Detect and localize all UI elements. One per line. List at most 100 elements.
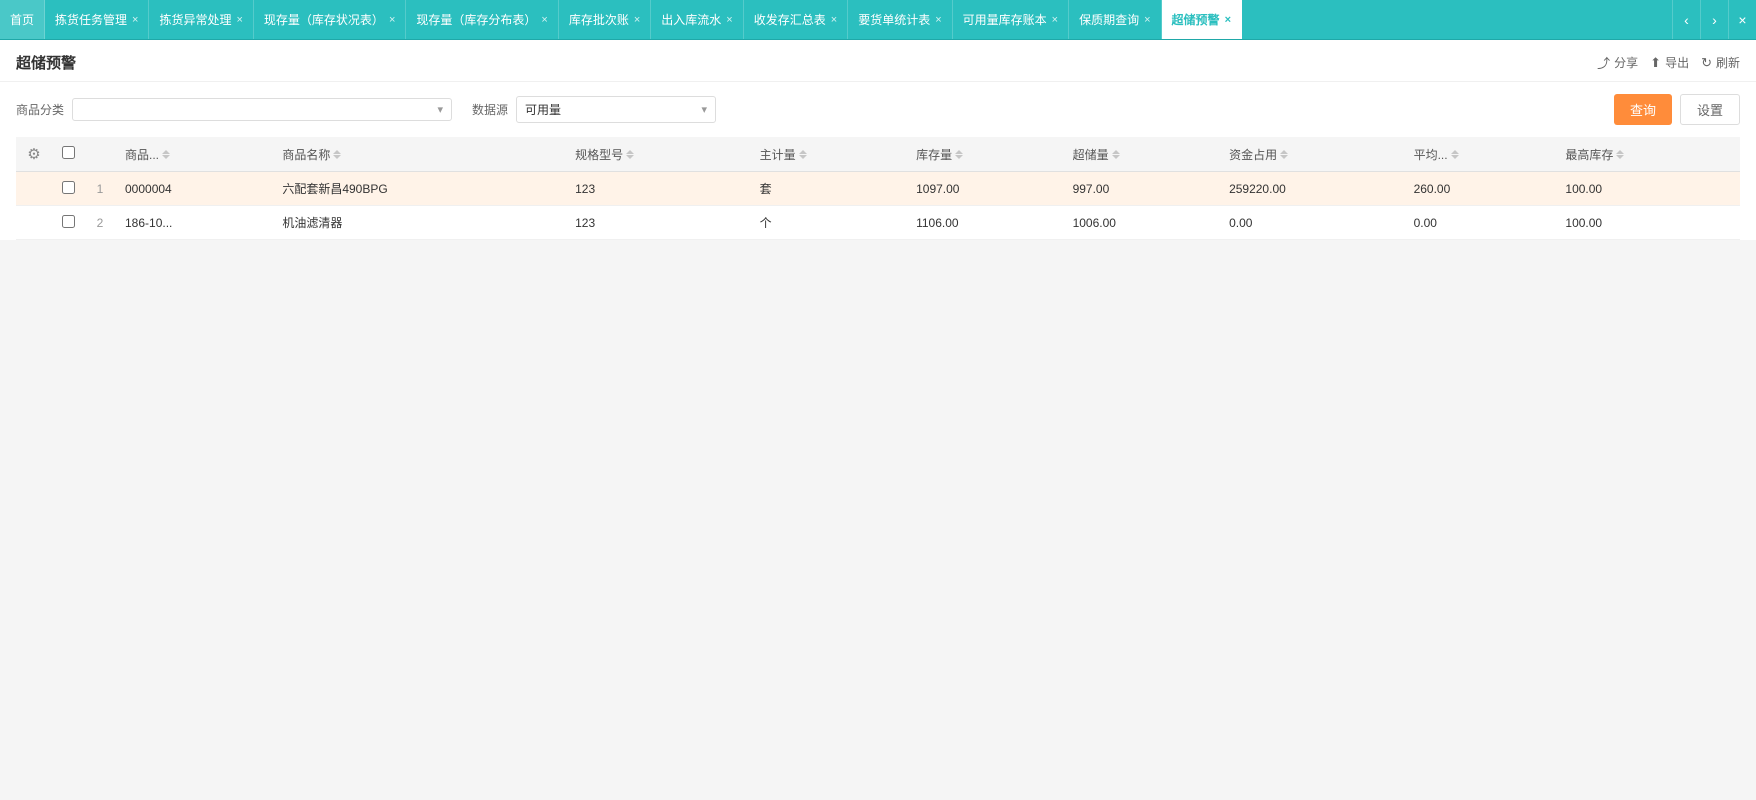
nav-close-quality-check[interactable]: × bbox=[1144, 14, 1150, 26]
nav-prev-arrow[interactable]: ‹ bbox=[1672, 0, 1700, 40]
nav-arrows: ‹ › × bbox=[1672, 0, 1756, 40]
column-gear[interactable]: ⚙ bbox=[16, 137, 52, 172]
row-num-1: 2 bbox=[85, 206, 115, 240]
datasource-chevron-icon: ▾ bbox=[702, 103, 708, 116]
sort-avg-icon bbox=[1451, 150, 1459, 159]
nav-close-in-out-flow[interactable]: × bbox=[726, 14, 732, 26]
sort-capital-icon bbox=[1280, 150, 1288, 159]
row-unit-1: 个 bbox=[750, 206, 906, 240]
nav-item-inventory-dist[interactable]: 现存量（库存分布表） × bbox=[406, 0, 558, 40]
nav-close-inventory-dist[interactable]: × bbox=[541, 14, 547, 26]
sort-inventory-icon bbox=[955, 150, 963, 159]
column-capital[interactable]: 资金占用 bbox=[1219, 137, 1404, 172]
nav-close-inventory-status[interactable]: × bbox=[389, 14, 395, 26]
query-button[interactable]: 查询 bbox=[1614, 94, 1672, 125]
nav-close-recv-summary[interactable]: × bbox=[831, 14, 837, 26]
column-avg[interactable]: 平均... bbox=[1404, 137, 1556, 172]
column-overstock[interactable]: 超储量 bbox=[1063, 137, 1219, 172]
row-avg-1: 0.00 bbox=[1404, 206, 1556, 240]
sort-spec-icon bbox=[626, 150, 634, 159]
sort-max-stock-icon bbox=[1616, 150, 1624, 159]
nav-item-inventory-status[interactable]: 现存量（库存状况表） × bbox=[254, 0, 406, 40]
category-label: 商品分类 bbox=[16, 101, 64, 118]
nav-item-quality-check[interactable]: 保质期查询 × bbox=[1069, 0, 1161, 40]
column-spec[interactable]: 规格型号 bbox=[565, 137, 750, 172]
column-inventory[interactable]: 库存量 bbox=[906, 137, 1062, 172]
category-select[interactable]: ▾ bbox=[72, 98, 452, 121]
nav-close-task-mgmt[interactable]: × bbox=[132, 14, 138, 26]
row-checkbox-cell-0[interactable] bbox=[52, 172, 85, 206]
table-row: 1 0000004 六配套新昌490BPG 123 套 1097.00 997.… bbox=[16, 172, 1740, 206]
nav-item-recv-summary[interactable]: 收发存汇总表 × bbox=[744, 0, 848, 40]
select-all-checkbox[interactable] bbox=[62, 146, 75, 159]
export-button[interactable]: ⬆ 导出 bbox=[1650, 54, 1689, 71]
column-unit[interactable]: 主计量 bbox=[750, 137, 906, 172]
nav-close-arrow[interactable]: × bbox=[1728, 0, 1756, 40]
row-gear-0 bbox=[16, 172, 52, 206]
refresh-button[interactable]: ↻ 刷新 bbox=[1701, 54, 1740, 71]
sort-product-code-icon bbox=[162, 150, 170, 159]
nav-item-task-mgmt[interactable]: 拣货任务管理 × bbox=[45, 0, 149, 40]
table-body: 1 0000004 六配套新昌490BPG 123 套 1097.00 997.… bbox=[16, 172, 1740, 240]
nav-item-overstock-alert[interactable]: 超储预警 × bbox=[1162, 0, 1242, 40]
row-num-0: 1 bbox=[85, 172, 115, 206]
row-overstock-0: 997.00 bbox=[1063, 172, 1219, 206]
row-product-code-1: 186-10... bbox=[115, 206, 272, 240]
share-icon: ⤴ bbox=[1597, 53, 1610, 72]
column-product-name[interactable]: 商品名称 bbox=[272, 137, 565, 172]
row-capital-1: 0.00 bbox=[1219, 206, 1404, 240]
nav-close-overstock-alert[interactable]: × bbox=[1225, 14, 1231, 26]
share-button[interactable]: ⤴ 分享 bbox=[1597, 53, 1638, 72]
datasource-value: 可用量 bbox=[525, 101, 701, 118]
nav-item-home[interactable]: 首页 bbox=[0, 0, 45, 40]
filter-actions: 查询 设置 bbox=[1614, 94, 1740, 125]
column-checkbox[interactable] bbox=[52, 137, 85, 172]
table-row: 2 186-10... 机油滤清器 123 个 1106.00 1006.00 … bbox=[16, 206, 1740, 240]
datasource-filter: 数据源 可用量 ▾ bbox=[472, 96, 716, 123]
gear-icon[interactable]: ⚙ bbox=[27, 146, 40, 163]
settings-button[interactable]: 设置 bbox=[1680, 94, 1740, 125]
nav-item-order-stats[interactable]: 要货单统计表 × bbox=[848, 0, 952, 40]
sort-overstock-icon bbox=[1112, 150, 1120, 159]
table-container: ⚙ 商品... bbox=[0, 137, 1756, 240]
nav-close-batch-account[interactable]: × bbox=[634, 14, 640, 26]
nav-item-abnormal[interactable]: 拣货异常处理 × bbox=[149, 0, 253, 40]
row-product-code-0: 0000004 bbox=[115, 172, 272, 206]
row-inventory-0: 1097.00 bbox=[906, 172, 1062, 206]
sort-unit-icon bbox=[799, 150, 807, 159]
datasource-select[interactable]: 可用量 ▾ bbox=[516, 96, 716, 123]
nav-item-in-out-flow[interactable]: 出入库流水 × bbox=[651, 0, 743, 40]
overstock-table: ⚙ 商品... bbox=[16, 137, 1740, 240]
nav-close-available-account[interactable]: × bbox=[1052, 14, 1058, 26]
row-checkbox-0[interactable] bbox=[62, 181, 75, 194]
row-inventory-1: 1106.00 bbox=[906, 206, 1062, 240]
page-title: 超储预警 bbox=[16, 52, 76, 73]
row-checkbox-1[interactable] bbox=[62, 215, 75, 228]
row-gear-1 bbox=[16, 206, 52, 240]
row-unit-0: 套 bbox=[750, 172, 906, 206]
category-filter: 商品分类 ▾ bbox=[16, 98, 452, 121]
row-spec-1: 123 bbox=[565, 206, 750, 240]
row-product-name-0: 六配套新昌490BPG bbox=[272, 172, 565, 206]
header-actions: ⤴ 分享 ⬆ 导出 ↻ 刷新 bbox=[1597, 53, 1740, 72]
nav-next-arrow[interactable]: › bbox=[1700, 0, 1728, 40]
row-overstock-1: 1006.00 bbox=[1063, 206, 1219, 240]
nav-item-available-account[interactable]: 可用量库存账本 × bbox=[953, 0, 1069, 40]
category-chevron-icon: ▾ bbox=[437, 103, 443, 116]
datasource-label: 数据源 bbox=[472, 101, 508, 118]
filter-bar: 商品分类 ▾ 数据源 可用量 ▾ 查询 设置 bbox=[0, 82, 1756, 137]
row-max-stock-1: 100.00 bbox=[1555, 206, 1740, 240]
nav-item-batch-account[interactable]: 库存批次账 × bbox=[559, 0, 651, 40]
column-max-stock[interactable]: 最高库存 bbox=[1555, 137, 1740, 172]
column-row-num bbox=[85, 137, 115, 172]
nav-close-abnormal[interactable]: × bbox=[236, 14, 242, 26]
top-navigation: 首页拣货任务管理 ×拣货异常处理 ×现存量（库存状况表） ×现存量（库存分布表）… bbox=[0, 0, 1756, 40]
nav-close-order-stats[interactable]: × bbox=[935, 14, 941, 26]
export-icon: ⬆ bbox=[1650, 55, 1661, 71]
row-checkbox-cell-1[interactable] bbox=[52, 206, 85, 240]
row-product-name-1: 机油滤清器 bbox=[272, 206, 565, 240]
row-spec-0: 123 bbox=[565, 172, 750, 206]
sort-product-name-icon bbox=[333, 150, 341, 159]
column-product-code[interactable]: 商品... bbox=[115, 137, 272, 172]
refresh-icon: ↻ bbox=[1701, 55, 1712, 71]
